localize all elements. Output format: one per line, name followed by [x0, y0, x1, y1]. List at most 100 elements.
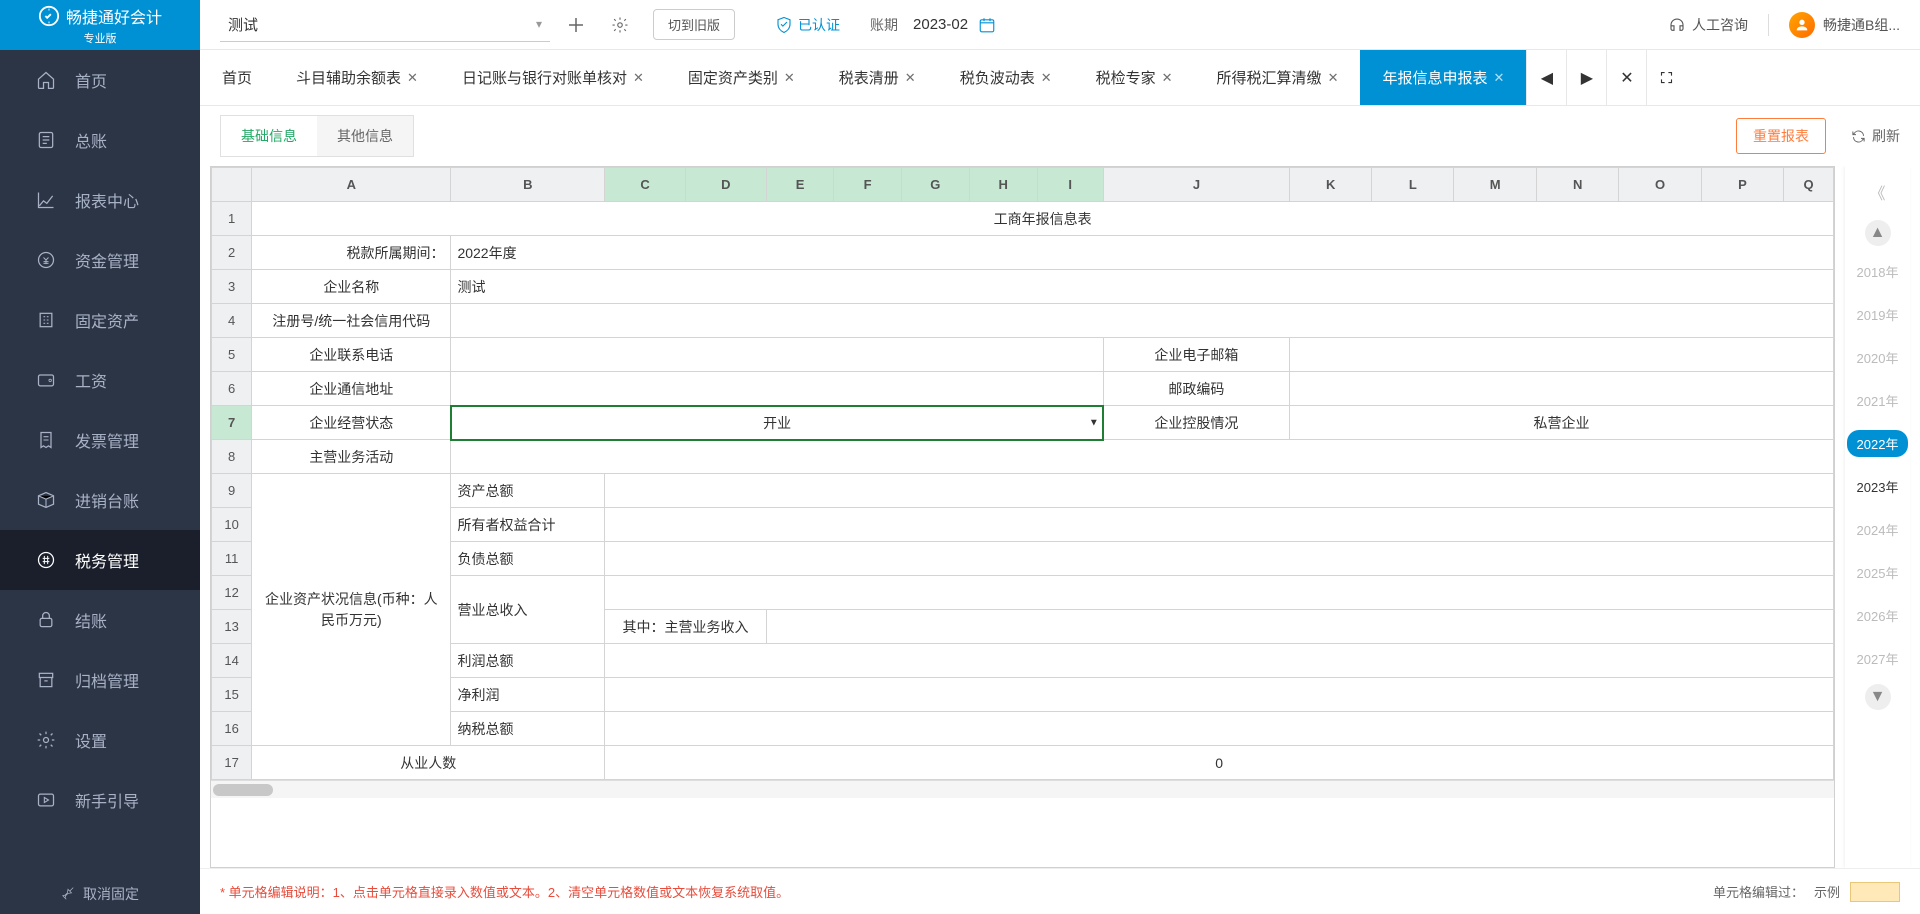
col-header[interactable]: B	[451, 168, 605, 202]
sidebar-item-archive[interactable]: 归档管理	[0, 650, 200, 710]
col-header[interactable]: P	[1701, 168, 1783, 202]
row-header[interactable]: 8	[212, 440, 252, 474]
scrollbar-thumb[interactable]	[213, 784, 273, 796]
corner-cell[interactable]	[212, 168, 252, 202]
year-item[interactable]: 2020年	[1857, 336, 1899, 379]
cell[interactable]: 企业电子邮箱	[1103, 338, 1289, 372]
status-dropdown[interactable]: 开业▼	[451, 406, 1103, 440]
close-icon[interactable]: ✕	[633, 70, 644, 86]
cell[interactable]: 负债总额	[451, 542, 605, 576]
cell[interactable]	[605, 678, 1834, 712]
cell[interactable]	[605, 576, 1834, 610]
col-header[interactable]: Q	[1784, 168, 1834, 202]
add-button[interactable]	[558, 7, 594, 43]
year-item[interactable]: 2019年	[1857, 293, 1899, 336]
cell[interactable]: 2022年度	[451, 236, 1834, 270]
row-header[interactable]: 12	[212, 576, 252, 610]
sidebar-item-inventory[interactable]: 进销台账	[0, 470, 200, 530]
cell[interactable]: 邮政编码	[1103, 372, 1289, 406]
close-icon[interactable]: ✕	[407, 70, 418, 86]
settings-button[interactable]	[602, 7, 638, 43]
cell[interactable]: 私营企业	[1290, 406, 1834, 440]
row-header[interactable]: 14	[212, 644, 252, 678]
calendar-button[interactable]	[978, 16, 996, 34]
year-item[interactable]: 2026年	[1857, 594, 1899, 637]
col-header[interactable]: C	[605, 168, 686, 202]
row-header[interactable]: 5	[212, 338, 252, 372]
close-icon[interactable]: ✕	[1162, 70, 1173, 86]
cell[interactable]	[451, 304, 1834, 338]
row-header[interactable]: 17	[212, 746, 252, 780]
tab-balance[interactable]: 斗目辅助余额表✕	[274, 50, 440, 105]
cell[interactable]	[605, 712, 1834, 746]
col-header[interactable]: F	[834, 168, 901, 202]
cell[interactable]: 利润总额	[451, 644, 605, 678]
year-item[interactable]: 2021年	[1857, 379, 1899, 422]
cell[interactable]	[451, 372, 1103, 406]
col-header[interactable]: I	[1037, 168, 1103, 202]
cell[interactable]: 营业总收入	[451, 576, 605, 644]
row-header[interactable]: 4	[212, 304, 252, 338]
year-down[interactable]: ▼	[1865, 684, 1891, 710]
cell[interactable]: 企业控股情况	[1103, 406, 1289, 440]
col-header[interactable]: L	[1372, 168, 1454, 202]
col-header[interactable]: K	[1290, 168, 1372, 202]
close-icon[interactable]: ✕	[905, 70, 916, 86]
spreadsheet[interactable]: A B C D E F G H I J K L M	[210, 166, 1835, 868]
cell[interactable]: 企业联系电话	[252, 338, 451, 372]
row-header[interactable]: 2	[212, 236, 252, 270]
sidebar-item-assets[interactable]: 固定资产	[0, 290, 200, 350]
tab-asset-cat[interactable]: 固定资产类别✕	[666, 50, 817, 105]
user-menu[interactable]: 畅捷通B组...	[1789, 12, 1900, 38]
close-icon[interactable]: ✕	[1493, 70, 1504, 86]
tab-fullscreen[interactable]	[1646, 50, 1686, 105]
sheet-title[interactable]: 工商年报信息表	[252, 202, 1834, 236]
cell[interactable]: 企业名称	[252, 270, 451, 304]
cell[interactable]	[451, 338, 1103, 372]
tab-home[interactable]: 首页	[200, 50, 274, 105]
reset-report-button[interactable]: 重置报表	[1736, 118, 1826, 154]
col-header[interactable]: J	[1103, 168, 1289, 202]
company-selector[interactable]: 测试 ▾	[220, 8, 550, 42]
cell[interactable]: 企业经营状态	[252, 406, 451, 440]
col-header[interactable]: N	[1537, 168, 1619, 202]
row-header[interactable]: 6	[212, 372, 252, 406]
year-item[interactable]: 2025年	[1857, 551, 1899, 594]
row-header[interactable]: 10	[212, 508, 252, 542]
tab-tax-expert[interactable]: 税检专家✕	[1074, 50, 1195, 105]
unpin-button[interactable]: 取消固定	[0, 874, 200, 914]
col-header[interactable]: E	[766, 168, 834, 202]
year-item-active[interactable]: 2022年	[1847, 430, 1909, 457]
row-header[interactable]: 1	[212, 202, 252, 236]
col-header[interactable]: A	[252, 168, 451, 202]
sidebar-item-home[interactable]: 首页	[0, 50, 200, 110]
sidebar-item-guide[interactable]: 新手引导	[0, 770, 200, 830]
cell[interactable]	[1290, 372, 1834, 406]
cell[interactable]: 主营业务活动	[252, 440, 451, 474]
cell[interactable]	[605, 474, 1834, 508]
refresh-button[interactable]: 刷新	[1851, 126, 1900, 146]
row-header[interactable]: 7	[212, 406, 252, 440]
year-item[interactable]: 2023年	[1857, 465, 1899, 508]
cell[interactable]: 企业通信地址	[252, 372, 451, 406]
cell[interactable]: 净利润	[451, 678, 605, 712]
cell[interactable]	[605, 644, 1834, 678]
cell[interactable]: 资产总额	[451, 474, 605, 508]
col-header[interactable]: M	[1454, 168, 1537, 202]
close-icon[interactable]: ✕	[1328, 70, 1339, 86]
tab-scroll-left[interactable]: ◀	[1526, 50, 1566, 105]
row-header[interactable]: 11	[212, 542, 252, 576]
sidebar-item-reports[interactable]: 报表中心	[0, 170, 200, 230]
cell[interactable]: 所有者权益合计	[451, 508, 605, 542]
year-item[interactable]: 2018年	[1857, 250, 1899, 293]
row-header[interactable]: 13	[212, 610, 252, 644]
tab-close-all[interactable]: ✕	[1606, 50, 1646, 105]
cell[interactable]: 其中：主营业务收入	[605, 610, 766, 644]
sidebar-item-funds[interactable]: 资金管理	[0, 230, 200, 290]
cell[interactable]	[605, 508, 1834, 542]
cell[interactable]: 企业资产状况信息(币种：人民币万元)	[252, 474, 451, 746]
cell[interactable]	[766, 610, 1833, 644]
year-up[interactable]: ▲	[1865, 220, 1891, 246]
cell[interactable]	[605, 542, 1834, 576]
horizontal-scrollbar[interactable]	[211, 780, 1834, 798]
